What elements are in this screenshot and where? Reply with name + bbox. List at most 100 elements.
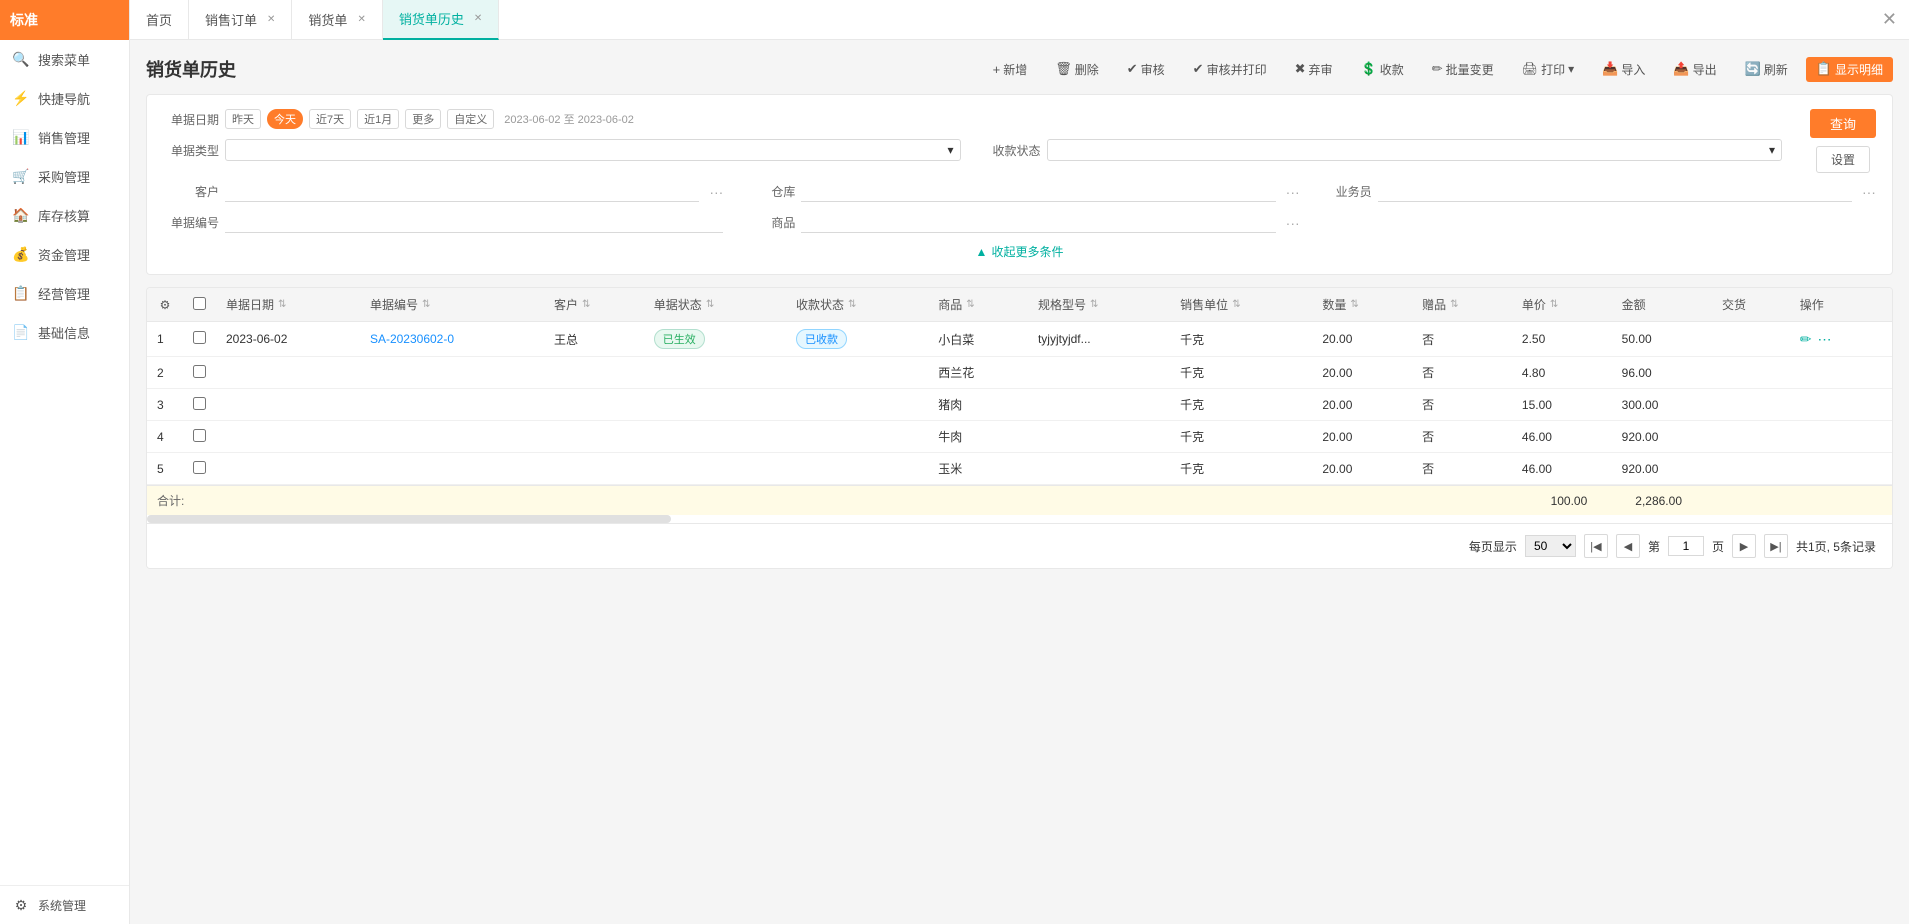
sidebar-item-sales-mgmt[interactable]: 📊 销售管理 (0, 118, 129, 157)
th-trade[interactable]: 交货 (1712, 288, 1790, 322)
sidebar-item-basic-info[interactable]: 📄 基础信息 (0, 313, 129, 352)
cell-gift: 否 (1412, 421, 1512, 453)
th-unit[interactable]: 销售单位⇅ (1170, 288, 1312, 322)
tab-sales-order[interactable]: 销售订单 ✕ (189, 0, 292, 40)
th-customer[interactable]: 客户⇅ (544, 288, 644, 322)
row-checkbox[interactable] (193, 397, 206, 410)
date-1month-btn[interactable]: 近1月 (357, 109, 399, 129)
cell-check[interactable] (183, 453, 216, 485)
sidebar-item-label: 资金管理 (38, 245, 90, 264)
batch-change-button[interactable]: ✏ 批量变更 (1422, 57, 1504, 82)
cell-doc-status (644, 389, 786, 421)
row-checkbox[interactable] (193, 461, 206, 474)
cell-customer (544, 421, 644, 453)
cell-trade (1712, 421, 1790, 453)
cell-check[interactable] (183, 389, 216, 421)
export-button[interactable]: 📤 导出 (1663, 57, 1726, 82)
window-close-button[interactable]: ✕ (1870, 9, 1909, 30)
cell-doc-status (644, 453, 786, 485)
date-filter-options: 昨天 今天 近7天 近1月 更多 自定义 2023-06-02 至 2023-0… (225, 109, 634, 129)
tab-sales-history[interactable]: 销货单历史 ✕ (383, 0, 499, 40)
th-pay-status[interactable]: 收款状态⇅ (786, 288, 928, 322)
date-7days-btn[interactable]: 近7天 (309, 109, 351, 129)
staff-input[interactable] (1378, 181, 1852, 202)
th-gift[interactable]: 赠品⇅ (1412, 288, 1512, 322)
th-doc-status[interactable]: 单据状态⇅ (644, 288, 786, 322)
th-doc-no[interactable]: 单据编号⇅ (360, 288, 544, 322)
per-page-select[interactable]: 50 100 200 (1525, 535, 1576, 557)
sidebar-item-quick-nav[interactable]: ⚡ 快捷导航 (0, 79, 129, 118)
audit-button[interactable]: ✔ 审核 (1117, 57, 1175, 82)
goods-picker-icon[interactable]: ··· (1286, 215, 1300, 231)
filter-item-staff: 业务员 ··· (1316, 181, 1876, 202)
docno-input[interactable] (225, 212, 723, 233)
th-goods[interactable]: 商品⇅ (928, 288, 1028, 322)
sidebar-item-inventory[interactable]: 🏠 库存核算 (0, 196, 129, 235)
sidebar-item-search-menu[interactable]: 🔍 搜索菜单 (0, 40, 129, 79)
paystatus-select[interactable]: ▾ (1047, 139, 1783, 161)
close-icon[interactable]: ✕ (267, 14, 275, 25)
customer-input[interactable] (225, 181, 699, 202)
cell-check[interactable] (183, 421, 216, 453)
cell-spec: tyjyjtyjdf... (1028, 322, 1170, 357)
collect-button[interactable]: 💲 收款 (1351, 57, 1414, 82)
th-amount[interactable]: 金额 (1612, 288, 1712, 322)
set-button[interactable]: 设置 (1816, 146, 1870, 173)
query-button[interactable]: 查询 (1810, 109, 1876, 138)
warehouse-input[interactable] (801, 181, 1275, 202)
staff-picker-icon[interactable]: ··· (1862, 184, 1876, 200)
refresh-button[interactable]: 🔄 刷新 (1735, 57, 1798, 82)
add-button[interactable]: + 新增 (983, 57, 1038, 82)
sidebar-item-purchase-mgmt[interactable]: 🛒 采购管理 (0, 157, 129, 196)
more-row-icon[interactable]: ⋯ (1818, 331, 1832, 347)
page-number-input[interactable] (1668, 536, 1704, 556)
cell-seq: 3 (147, 389, 183, 421)
sidebar-item-operations[interactable]: 📋 经营管理 (0, 274, 129, 313)
collapse-button[interactable]: ▲ 收起更多条件 (976, 243, 1064, 260)
tab-sales-goods[interactable]: 销货单 ✕ (292, 0, 382, 40)
cell-qty: 20.00 (1312, 322, 1412, 357)
import-button[interactable]: 📥 导入 (1592, 57, 1655, 82)
last-page-button[interactable]: ▶| (1764, 534, 1788, 558)
delete-button[interactable]: 🗑 删除 (1045, 57, 1109, 82)
th-checkbox[interactable] (183, 288, 216, 322)
abandon-button[interactable]: ✖ 弃审 (1285, 57, 1343, 82)
filter-item-doctype: 单据类型 ▾ (163, 139, 961, 161)
cell-check[interactable] (183, 322, 216, 357)
edit-row-icon[interactable]: ✏ (1800, 331, 1812, 347)
first-page-button[interactable]: |◀ (1584, 534, 1608, 558)
audit-print-button[interactable]: ✔ 审核并打印 (1183, 57, 1277, 82)
cell-unit: 千克 (1170, 421, 1312, 453)
sidebar-logo: 标准 (0, 0, 129, 40)
tab-home[interactable]: 首页 (130, 0, 189, 40)
doc-no-link[interactable]: SA-20230602-0 (370, 332, 454, 346)
close-icon[interactable]: ✕ (474, 13, 482, 24)
date-yesterday-btn[interactable]: 昨天 (225, 109, 261, 129)
print-button[interactable]: 🖨 打印 ▾ (1512, 57, 1585, 82)
customer-picker-icon[interactable]: ··· (709, 184, 723, 200)
row-checkbox[interactable] (193, 365, 206, 378)
select-all-checkbox[interactable] (193, 297, 206, 310)
th-unit-price[interactable]: 单价⇅ (1512, 288, 1612, 322)
prev-page-button[interactable]: ◀ (1616, 534, 1640, 558)
row-checkbox[interactable] (193, 429, 206, 442)
warehouse-picker-icon[interactable]: ··· (1286, 184, 1300, 200)
row-checkbox[interactable] (193, 331, 206, 344)
cell-check[interactable] (183, 357, 216, 389)
th-action: 操作 (1790, 288, 1892, 322)
sidebar-item-finance[interactable]: 💰 资金管理 (0, 235, 129, 274)
goods-input[interactable] (801, 212, 1275, 233)
close-icon[interactable]: ✕ (357, 14, 365, 25)
doctype-select[interactable]: ▾ (225, 139, 961, 161)
next-page-button[interactable]: ▶ (1732, 534, 1756, 558)
th-doc-date[interactable]: 单据日期⇅ (216, 288, 360, 322)
th-spec[interactable]: 规格型号⇅ (1028, 288, 1170, 322)
date-custom-btn[interactable]: 自定义 (447, 109, 494, 129)
th-qty[interactable]: 数量⇅ (1312, 288, 1412, 322)
sidebar-item-sys-mgmt[interactable]: ⚙ 系统管理 (0, 886, 129, 924)
display-detail-button[interactable]: 📋 显示明细 (1806, 57, 1893, 82)
home-icon: 🏠 (12, 207, 30, 225)
date-more-btn[interactable]: 更多 (405, 109, 441, 129)
date-today-btn[interactable]: 今天 (267, 109, 303, 129)
th-settings[interactable]: ⚙ (147, 288, 183, 322)
